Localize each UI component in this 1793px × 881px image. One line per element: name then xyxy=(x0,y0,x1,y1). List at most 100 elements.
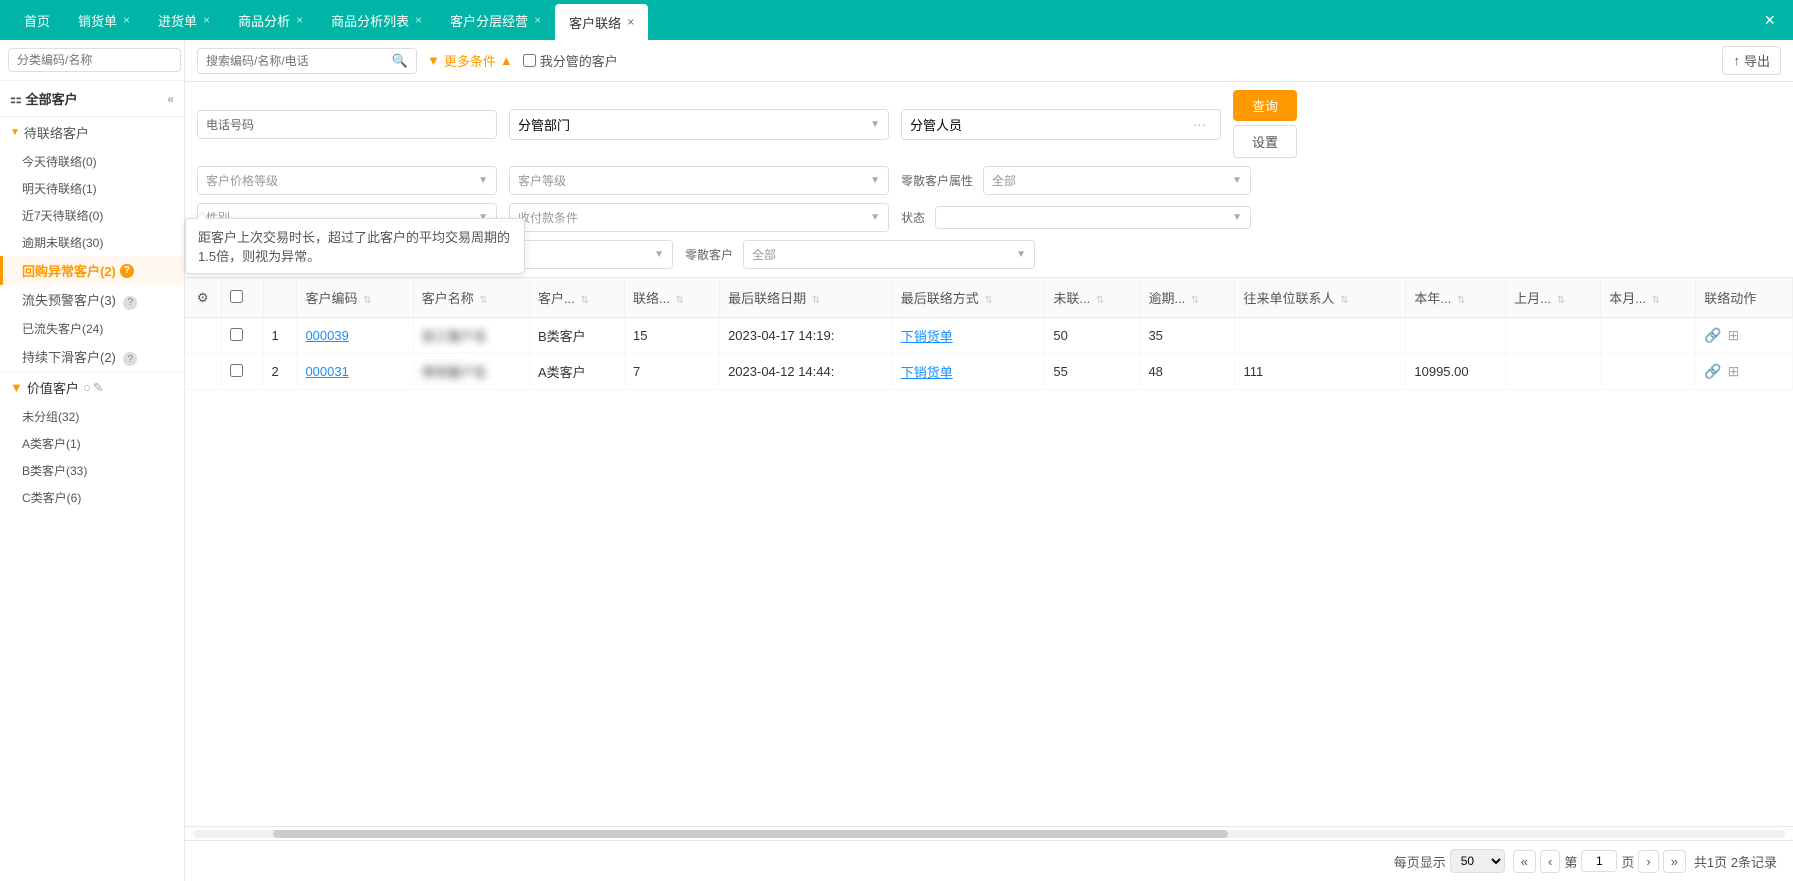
retail-customer-arrow: ▼ xyxy=(1016,249,1026,260)
close-product-list-icon[interactable]: × xyxy=(415,13,422,27)
filter-customer-level[interactable]: 客户等级 ▼ xyxy=(509,166,889,195)
close-analysis-icon[interactable]: × xyxy=(296,13,303,27)
pending-group[interactable]: ▼ 待联络客户 xyxy=(0,117,184,148)
sidebar-item-ungroup[interactable]: 未分组(32) xyxy=(0,403,184,430)
more-conditions-btn[interactable]: ▼ 更多条件 ▲ xyxy=(427,51,513,70)
filter-payment[interactable]: 收付款条件 ▼ xyxy=(509,203,889,232)
row1-last-method[interactable]: 下销货单 xyxy=(892,318,1045,354)
all-customers-label[interactable]: ⚏ 全部客户 « xyxy=(0,81,184,117)
sidebar-item-already-lost[interactable]: 已流失客户(24) xyxy=(0,315,184,342)
row1-code[interactable]: 000039 xyxy=(297,318,413,354)
scroll-thumb[interactable] xyxy=(273,830,1228,838)
row2-grid-action-icon[interactable]: ⊞ xyxy=(1728,363,1740,380)
sidebar-item-a-class[interactable]: A类客户(1) xyxy=(0,430,184,457)
row1-grid-action-icon[interactable]: ⊞ xyxy=(1728,327,1740,344)
nav-sales[interactable]: 销货单 × xyxy=(64,0,144,40)
col-checkbox[interactable] xyxy=(221,278,263,318)
row1-check[interactable] xyxy=(230,328,243,341)
filter-phone[interactable]: 电话号码 xyxy=(197,110,497,139)
row2-link-action-icon[interactable]: 🔗 xyxy=(1704,363,1721,380)
sidebar-item-lost-warning[interactable]: 流失预警客户(3) ? xyxy=(0,285,184,315)
row2-overdue: 48 xyxy=(1140,354,1235,390)
query-btn[interactable]: 查询 xyxy=(1233,90,1297,121)
nav-product-list[interactable]: 商品分析列表 × xyxy=(317,0,436,40)
next-page-btn[interactable]: › xyxy=(1638,850,1658,873)
col-last-contact-date[interactable]: 最后联络日期 ⇅ xyxy=(720,278,893,318)
col-this-month[interactable]: 本月... ⇅ xyxy=(1601,278,1696,318)
close-sales-icon[interactable]: × xyxy=(123,13,130,27)
nav-home[interactable]: 首页 xyxy=(10,0,64,40)
last-month-sort-icon: ⇅ xyxy=(1557,295,1565,306)
col-customer-name[interactable]: 客户名称 ⇅ xyxy=(413,278,529,318)
col-contact[interactable]: 联络... ⇅ xyxy=(625,278,720,318)
declining-help-icon[interactable]: ? xyxy=(123,352,137,366)
row1-actions: 🔗 ⊞ xyxy=(1696,318,1793,354)
nav-purchase[interactable]: 进货单 × xyxy=(144,0,224,40)
sidebar-item-declining[interactable]: 持续下滑客户(2) ? xyxy=(0,342,184,372)
close-purchase-icon[interactable]: × xyxy=(203,13,210,27)
customer-level-arrow: ▼ xyxy=(870,175,880,186)
setting-btn[interactable]: 设置 xyxy=(1233,125,1297,158)
col-overdue[interactable]: 逾期... ⇅ xyxy=(1140,278,1235,318)
filter-status-select[interactable]: ▼ xyxy=(935,206,1251,229)
select-all-checkbox[interactable] xyxy=(230,290,243,303)
col-customer-level[interactable]: 客户... ⇅ xyxy=(530,278,625,318)
my-customers-check[interactable] xyxy=(523,54,536,67)
retail-attr-arrow: ▼ xyxy=(1232,175,1242,186)
col-last-contact-method[interactable]: 最后联络方式 ⇅ xyxy=(892,278,1045,318)
filter-search-input[interactable] xyxy=(206,54,392,68)
nav-customer-contact[interactable]: 客户联络 × xyxy=(555,4,648,40)
total-records: 共1页 2条记录 xyxy=(1694,852,1777,871)
filter-dept[interactable]: 分管部门 ▼ xyxy=(509,109,889,140)
filter-retail-customer-select[interactable]: 全部 ▼ xyxy=(743,240,1035,269)
page-number-input[interactable] xyxy=(1581,850,1617,872)
col-last-month[interactable]: 上月... ⇅ xyxy=(1506,278,1601,318)
sidebar-item-c-class[interactable]: C类客户(6) xyxy=(0,484,184,511)
value-customers-edit2-icon[interactable]: ✎ xyxy=(93,380,104,396)
sidebar-search-input[interactable] xyxy=(8,48,181,72)
row2-check[interactable] xyxy=(230,364,243,377)
sidebar-item-overdue[interactable]: 逾期未联络(30) xyxy=(0,229,184,256)
nav-product-analysis[interactable]: 商品分析 × xyxy=(224,0,317,40)
prev-page-btn[interactable]: ‹ xyxy=(1540,850,1560,873)
col-customer-code[interactable]: 客户编码 ⇅ xyxy=(297,278,413,318)
row2-last-method[interactable]: 下销货单 xyxy=(892,354,1045,390)
filter-retail-attr-select[interactable]: 全部 ▼ xyxy=(983,166,1251,195)
row1-checkbox[interactable] xyxy=(221,318,263,354)
first-page-btn[interactable]: « xyxy=(1513,850,1536,873)
filter-manager[interactable]: 分管人员 ··· xyxy=(901,109,1221,140)
window-close-btn[interactable]: × xyxy=(1756,10,1783,31)
sidebar-item-tomorrow[interactable]: 明天待联络(1) xyxy=(0,175,184,202)
contact-sort-icon: ⇅ xyxy=(676,295,684,306)
filter-price-level[interactable]: 客户价格等级 ▼ xyxy=(197,166,497,195)
sidebar-item-repurchase-abnormal[interactable]: 回购异常客户(2) ? xyxy=(0,256,184,285)
row2-index: 2 xyxy=(263,354,297,390)
row2-code[interactable]: 000031 xyxy=(297,354,413,390)
nav-customer-segment[interactable]: 客户分层经营 × xyxy=(436,0,555,40)
filter-search-icon[interactable]: 🔍 xyxy=(392,53,408,69)
col-unread[interactable]: 未联... ⇅ xyxy=(1045,278,1140,318)
export-btn[interactable]: ↑ 导出 xyxy=(1722,46,1781,75)
last-page-btn[interactable]: » xyxy=(1663,850,1686,873)
col-this-year[interactable]: 本年... ⇅ xyxy=(1406,278,1506,318)
value-customers-header[interactable]: ▼ 价值客户 ○ ✎ xyxy=(0,371,184,403)
manager-dots[interactable]: ··· xyxy=(1193,117,1206,132)
my-customers-checkbox[interactable]: 我分管的客户 xyxy=(523,51,618,70)
horizontal-scrollbar[interactable] xyxy=(185,826,1793,840)
lost-warning-help-icon[interactable]: ? xyxy=(123,296,137,310)
sidebar-collapse-icon[interactable]: « xyxy=(167,92,174,106)
page-navigation: « ‹ 第 页 › » xyxy=(1513,850,1686,873)
sidebar-item-7days[interactable]: 近7天待联络(0) xyxy=(0,202,184,229)
row2-checkbox[interactable] xyxy=(221,354,263,390)
per-page-select[interactable]: 50 100 200 xyxy=(1450,849,1505,873)
repurchase-help-icon[interactable]: ? xyxy=(120,264,134,278)
value-customers-edit-icon[interactable]: ○ xyxy=(83,380,91,395)
row1-link-action-icon[interactable]: 🔗 xyxy=(1704,327,1721,344)
close-segment-icon[interactable]: × xyxy=(534,13,541,27)
col-unit-contact[interactable]: 往来单位联系人 ⇅ xyxy=(1235,278,1406,318)
col-settings[interactable]: ⚙ xyxy=(185,278,221,318)
sidebar-item-b-class[interactable]: B类客户(33) xyxy=(0,457,184,484)
sidebar-item-today[interactable]: 今天待联络(0) xyxy=(0,148,184,175)
row1-last-month xyxy=(1506,318,1601,354)
close-contact-icon[interactable]: × xyxy=(627,15,634,29)
